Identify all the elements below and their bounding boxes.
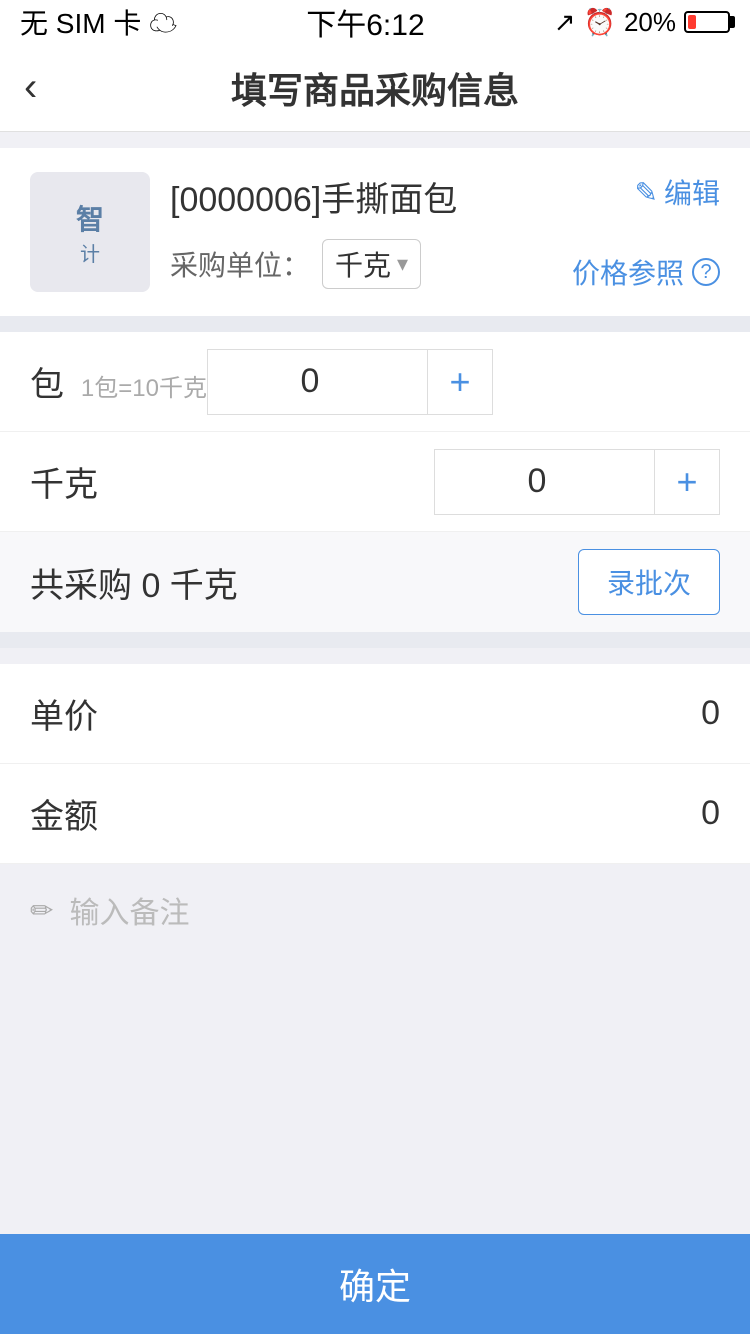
unit-price-value: 0 — [701, 694, 720, 733]
product-card: 智 计 [0000006]手撕面包 采购单位： 千克 ▾ ✎ 编辑 价格参照 ? — [0, 148, 750, 316]
bag-label-text: 包 — [30, 366, 64, 404]
help-icon: ? — [692, 258, 720, 286]
price-ref-button[interactable]: 价格参照 ? — [572, 252, 720, 292]
page-title: 填写商品采购信息 — [231, 62, 519, 114]
price-ref-label: 价格参照 — [572, 252, 684, 292]
notes-placeholder: 输入备注 — [69, 888, 189, 932]
battery-icon — [684, 11, 730, 33]
kg-label: 千克 — [30, 457, 434, 506]
status-right: ↗ ⏰ 20% — [554, 7, 730, 38]
battery-fill — [688, 15, 696, 29]
record-batch-button[interactable]: 录批次 — [578, 549, 720, 615]
summary-row: 共采购 0 千克 录批次 — [0, 532, 750, 632]
unit-price-row: 单价 0 — [0, 664, 750, 764]
bag-input[interactable] — [207, 349, 427, 415]
main-content-area — [0, 956, 750, 1216]
product-thumbnail: 智 计 — [30, 172, 150, 292]
kg-input-group: + — [434, 449, 720, 515]
amount-label: 金额 — [30, 789, 98, 838]
confirm-button[interactable]: 确定 — [0, 1234, 750, 1334]
unit-price-label: 单价 — [30, 689, 98, 738]
input-section: 包 1包=10千克 + 千克 + 共采购 0 千克 录批次 — [0, 332, 750, 632]
edit-icon: ✎ — [635, 176, 658, 209]
unit-value: 千克 — [335, 244, 391, 284]
logo-line2: 计 — [80, 238, 100, 267]
bag-input-row: 包 1包=10千克 + — [0, 332, 750, 432]
bag-label: 包 1包=10千克 — [30, 357, 207, 406]
status-time: 下午6:12 — [306, 0, 424, 44]
edit-label: 编辑 — [664, 172, 720, 212]
bag-input-group: + — [207, 349, 493, 415]
edit-button[interactable]: ✎ 编辑 — [635, 172, 720, 212]
unit-label: 采购单位： — [170, 244, 310, 284]
kg-input[interactable] — [434, 449, 654, 515]
kg-plus-button[interactable]: + — [654, 449, 720, 515]
bag-plus-button[interactable]: + — [427, 349, 493, 415]
bag-sublabel-text: 1包=10千克 — [81, 375, 207, 402]
alarm-icon: ⏰ — [584, 7, 616, 38]
amount-row: 金额 0 — [0, 764, 750, 864]
kg-input-row: 千克 + — [0, 432, 750, 532]
back-button[interactable]: ‹ — [24, 65, 37, 110]
nav-bar: ‹ 填写商品采购信息 — [0, 44, 750, 132]
summary-text: 共采购 0 千克 — [30, 558, 238, 607]
section-divider-1 — [0, 316, 750, 332]
signal-icon: ↗ — [554, 7, 576, 38]
status-bar: 无 SIM 卡 ☁ 下午6:12 ↗ ⏰ 20% — [0, 0, 750, 44]
chevron-down-icon: ▾ — [397, 251, 408, 277]
price-section: 单价 0 金额 0 — [0, 664, 750, 864]
status-left: 无 SIM 卡 ☁ — [20, 2, 177, 42]
unit-select[interactable]: 千克 ▾ — [322, 239, 421, 289]
pencil-icon: ✏ — [30, 894, 53, 927]
amount-value: 0 — [701, 794, 720, 833]
section-divider-2 — [0, 632, 750, 648]
notes-section[interactable]: ✏ 输入备注 — [0, 864, 750, 956]
logo-line1: 智 — [76, 198, 104, 238]
battery-percent: 20% — [624, 7, 676, 38]
sim-label: 无 SIM 卡 ☁ — [20, 2, 177, 42]
